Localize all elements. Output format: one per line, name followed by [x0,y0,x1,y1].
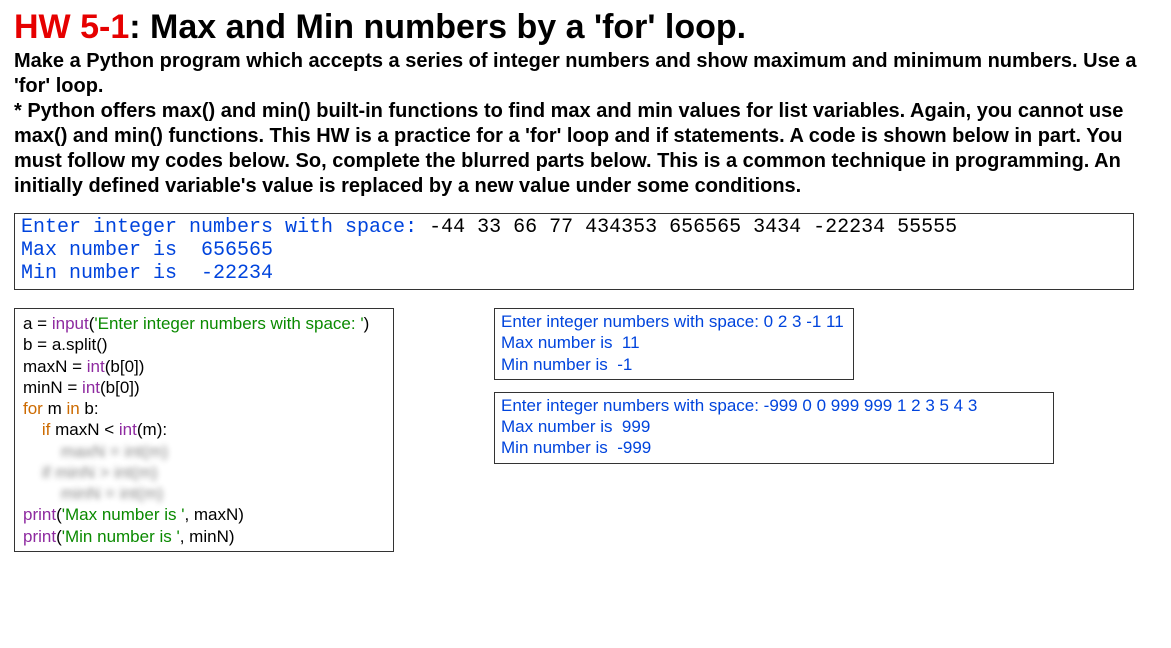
terminal-user-input: -44 33 66 77 434353 656565 3434 -22234 5… [429,216,957,239]
code-line-blurred-3: minN = int(m) [23,483,385,504]
code-line-3: maxN = int(b[0]) [23,356,385,377]
output-example-2: Enter integer numbers with space: -999 0… [494,392,1054,464]
description-text: Make a Python program which accepts a se… [14,49,1157,199]
code-line-6: if maxN < int(m): [23,419,385,440]
out2-line3: Min number is -999 [501,438,651,457]
code-line-11: print('Min number is ', minN) [23,526,385,547]
code-line-blurred-2: if minN > int(m) [23,462,385,483]
out2-line1: Enter integer numbers with space: -999 0… [501,396,977,415]
code-line-2: b = a.split() [23,334,385,355]
code-line-1: a = input('Enter integer numbers with sp… [23,313,385,334]
output-example-1: Enter integer numbers with space: 0 2 3 … [494,308,854,380]
example-terminal-wide: Enter integer numbers with space: -44 33… [14,213,1134,290]
title-separator: : [129,8,150,46]
code-line-4: minN = int(b[0]) [23,377,385,398]
code-sample-box: a = input('Enter integer numbers with sp… [14,308,394,552]
title-subject: Max and Min numbers by a 'for' loop. [150,8,746,46]
output-examples-column: Enter integer numbers with space: 0 2 3 … [494,308,1054,464]
out2-line2: Max number is 999 [501,417,650,436]
terminal-output-min: Min number is -22234 [21,262,273,285]
out1-line3: Min number is -1 [501,355,632,374]
homework-slide: HW 5-1: Max and Min numbers by a 'for' l… [0,0,1171,648]
code-line-blurred-1: maxN = int(m) [23,441,385,462]
content-row: a = input('Enter integer numbers with sp… [14,308,1157,552]
hw-label: HW 5-1 [14,8,129,46]
code-line-10: print('Max number is ', maxN) [23,504,385,525]
code-line-5: for m in b: [23,398,385,419]
out1-line2: Max number is 11 [501,333,640,352]
terminal-output-max: Max number is 656565 [21,239,273,262]
terminal-prompt: Enter integer numbers with space: [21,216,429,239]
page-title: HW 5-1: Max and Min numbers by a 'for' l… [14,8,1157,47]
out1-line1: Enter integer numbers with space: 0 2 3 … [501,312,844,331]
